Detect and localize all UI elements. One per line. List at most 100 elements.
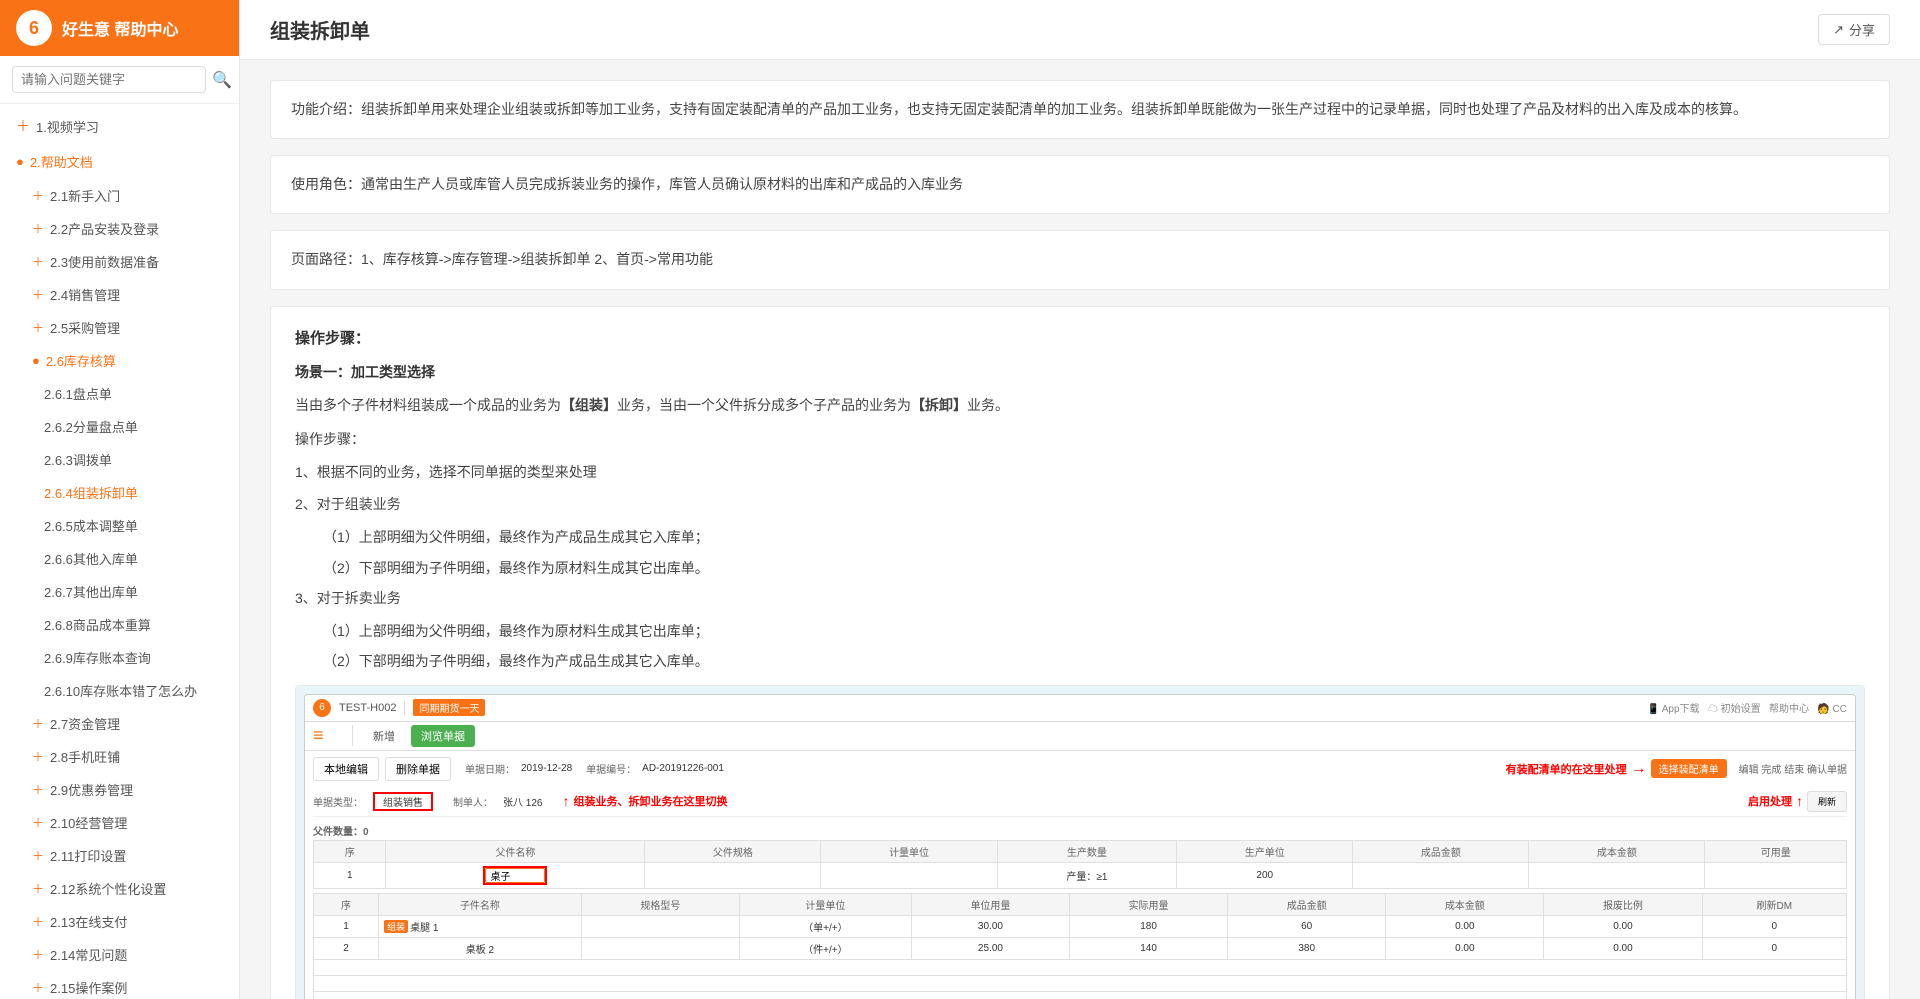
sidebar-item-cost-calc[interactable]: 2.6.8商品成本重算 — [0, 608, 239, 641]
sidebar-item-stock-error[interactable]: 2.6.10库存账本错了怎么办 — [0, 674, 239, 707]
feature-intro-block: 功能介绍：组装拆卸单用来处理企业组装或拆卸等加工业务，支持有固定装配清单的产品加… — [270, 80, 1890, 139]
feature-intro-text: 功能介绍：组装拆卸单用来处理企业组装或拆卸等加工业务，支持有固定装配清单的产品加… — [291, 97, 1869, 122]
sidebar-item-sales[interactable]: ＋ 2.4销售管理 — [0, 278, 239, 311]
search-button[interactable]: 🔍 — [212, 70, 232, 90]
fake-toolbar: 本地编辑 删除单据 单据日期： 2019-12-28 单据编号： AD-2019… — [313, 757, 1847, 781]
th-available: 可用量 — [1705, 840, 1847, 862]
child-row-2: 2 桌板 2 （件+/+） 25.00 140 380 0.00 — [314, 937, 1847, 959]
annotation-right-area: 启用处理 ↑ 刷新 — [1748, 791, 1847, 812]
docs-sub-section: ＋ 2.1新手入门 ＋ 2.2产品安装及登录 ＋ 2.3使用前数据准备 ＋ 2.… — [0, 179, 239, 999]
c-refresh-1: 0 — [1702, 915, 1847, 937]
c-pamt-2: 380 — [1228, 937, 1386, 959]
sidebar-item-coupon[interactable]: ＋ 2.9优惠券管理 — [0, 773, 239, 806]
parent-cost-1 — [1529, 862, 1705, 888]
c-spec-2 — [581, 937, 739, 959]
plus-icon-finance: ＋ — [32, 715, 44, 732]
c-name-val-1: 桌腿 1 — [410, 919, 438, 934]
c-unit-1: （单+/+） — [739, 915, 911, 937]
plus-icon-faq: ＋ — [32, 946, 44, 963]
sidebar-item-videos[interactable]: ＋ 1.视频学习 — [0, 108, 239, 144]
operations-section: 操作步骤： 场景一：加工类型选择 当由多个子件材料组装成一个成品的业务为【组装】… — [270, 306, 1890, 999]
c-unit-2: （件+/+） — [739, 937, 911, 959]
fake-type-select-box[interactable]: 组装销售 — [373, 792, 433, 811]
main-area: 组装拆卸单 ↗ 分享 功能介绍：组装拆卸单用来处理企业组装或拆卸等加工业务，支持… — [240, 0, 1920, 999]
step-2-1: （1）上部明细为父件明细，最终作为产成品生成其它入库单； — [295, 524, 1865, 551]
fake-unit-val: 张八 126 — [503, 794, 542, 809]
child-table: 序 子件名称 规格型号 计量单位 单位用量 实际用量 成品金额 成本金额 — [313, 893, 1847, 999]
child-th-product-amt: 成品金额 — [1228, 893, 1386, 915]
sidebar-item-ops[interactable]: ＋ 2.10经营管理 — [0, 806, 239, 839]
th-prod-unit: 生产单位 — [1177, 840, 1353, 862]
fake-type-label: 单据类型： — [313, 794, 363, 809]
page-title: 组装拆卸单 — [270, 15, 370, 44]
annotation-right-text: 启用处理 — [1748, 793, 1792, 809]
child-th-spec: 规格型号 — [581, 893, 739, 915]
sidebar-item-data[interactable]: ＋ 2.3使用前数据准备 — [0, 245, 239, 278]
fake-nav-icon: ≡ — [313, 725, 324, 745]
sidebar-item-print[interactable]: ＋ 2.11打印设置 — [0, 839, 239, 872]
parent-name-input[interactable] — [485, 868, 545, 883]
fake-btn-save[interactable]: 本地编辑 — [313, 757, 379, 781]
role-intro-text: 使用角色：通常由生产人员或库管人员完成拆装业务的操作，库管人员确认原材料的出库和… — [291, 172, 1869, 197]
sidebar-item-adjust[interactable]: 2.6.3调拨单 — [0, 443, 239, 476]
path-intro-block: 页面路径：1、库存核算->库存管理->组装拆卸单 2、首页->常用功能 — [270, 230, 1890, 289]
parent-pamt-1 — [1353, 862, 1529, 888]
sidebar-item-payment[interactable]: ＋ 2.13在线支付 — [0, 905, 239, 938]
child-th-cost-amt: 成本金额 — [1386, 893, 1544, 915]
sidebar-item-custom[interactable]: ＋ 2.12系统个性化设置 — [0, 872, 239, 905]
scene1-desc: 当由多个子件材料组装成一个成品的业务为【组装】业务，当由一个父件拆分成多个子产品… — [295, 392, 1865, 419]
sidebar-item-other-out[interactable]: 2.6.7其他出库单 — [0, 575, 239, 608]
child-table-area: 序 子件名称 规格型号 计量单位 单位用量 实际用量 成品金额 成本金额 — [313, 893, 1847, 999]
sidebar-item-cost-adjust[interactable]: 2.6.5成本调整单 — [0, 509, 239, 542]
search-bar: 🔍 — [0, 56, 239, 104]
annotation-top-text: 有装配清单的在这里处理 — [1506, 761, 1627, 777]
fake-header-right: 📱 App下载 ☁ 初始设置 帮助中心 🧑 CC — [1647, 700, 1847, 715]
fake-nav-side: ≡ — [313, 725, 353, 746]
annotation-middle-text: 组装业务、拆卸业务在这里切换 — [573, 793, 727, 809]
fake-btn-delete[interactable]: 删除单据 — [385, 757, 451, 781]
child-row-1: 1 组装 桌腿 1 — [314, 915, 1847, 937]
sidebar-item-cases[interactable]: ＋ 2.15操作案例 — [0, 971, 239, 999]
parent-name-input-box[interactable] — [483, 866, 547, 885]
fake-tab-new[interactable]: 新增 — [363, 725, 405, 747]
fake-select-bom-btn[interactable]: 选择装配清单 — [1651, 759, 1727, 778]
th-parent-spec: 父件规格 — [645, 840, 821, 862]
th-product-amt: 成品金额 — [1353, 840, 1529, 862]
fake-doc-no: AD-20191226-001 — [642, 763, 724, 774]
sidebar-item-other-in[interactable]: 2.6.6其他入库单 — [0, 542, 239, 575]
plus-icon-coupon: ＋ — [32, 781, 44, 798]
minus-icon: ● — [16, 154, 24, 169]
sidebar-item-stock-check[interactable]: 2.6.9库存账本查询 — [0, 641, 239, 674]
fake-refresh-btn[interactable]: 刷新 — [1807, 791, 1847, 812]
arrow-right: → — [1631, 760, 1647, 778]
c-spec-1 — [581, 915, 739, 937]
fake-period-btn[interactable]: 同期期货一天 — [413, 699, 485, 716]
sidebar-item-assembly[interactable]: 2.6.4组装拆卸单 — [0, 476, 239, 509]
sidebar-item-stock-count[interactable]: 2.6.1盘点单 — [0, 377, 239, 410]
parent-row-1: 1 产量：≥1 — [314, 862, 1847, 888]
sidebar-item-docs-label: 2.帮助文档 — [30, 152, 93, 171]
search-input[interactable] — [12, 66, 206, 93]
fake-date-val: 2019-12-28 — [521, 763, 572, 774]
sidebar-item-purchase[interactable]: ＋ 2.5采购管理 — [0, 311, 239, 344]
fake-tab-browse[interactable]: 浏览单据 — [411, 725, 475, 747]
share-button[interactable]: ↗ 分享 — [1818, 14, 1890, 45]
sidebar-item-install[interactable]: ＋ 2.2产品安装及登录 — [0, 212, 239, 245]
c-cost-2: 0.00 — [1386, 937, 1544, 959]
sidebar-item-inventory[interactable]: ● 2.6库存核算 — [0, 344, 239, 377]
fake-form-label-date: 单据日期： — [465, 761, 515, 776]
step-2-2: （2）下部明细为子件明细，最终作为原材料生成其它出库单。 — [295, 555, 1865, 582]
c-uusage-1: 30.00 — [911, 915, 1069, 937]
disassembly-label: 【拆卸】 — [911, 397, 967, 413]
sidebar-item-split-count[interactable]: 2.6.2分量盘点单 — [0, 410, 239, 443]
sidebar-item-faq[interactable]: ＋ 2.14常见问题 — [0, 938, 239, 971]
plus-icon-data: ＋ — [32, 253, 44, 270]
sidebar-item-mobile[interactable]: ＋ 2.8手机旺铺 — [0, 740, 239, 773]
sidebar-item-finance[interactable]: ＋ 2.7资金管理 — [0, 707, 239, 740]
sidebar-item-docs[interactable]: ● 2.帮助文档 — [0, 144, 239, 179]
plus-icon: ＋ — [16, 116, 30, 136]
path-intro-text: 页面路径：1、库存核算->库存管理->组装拆卸单 2、首页->常用功能 — [291, 247, 1869, 272]
sidebar-item-new[interactable]: ＋ 2.1新手入门 — [0, 179, 239, 212]
c-cost-1: 0.00 — [1386, 915, 1544, 937]
th-parent-name: 父件名称 — [386, 840, 645, 862]
